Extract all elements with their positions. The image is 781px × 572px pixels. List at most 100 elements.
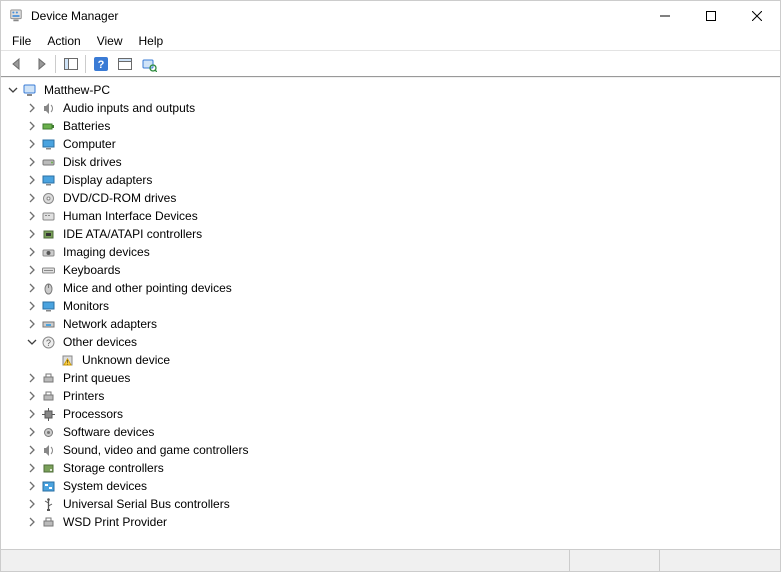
- mouse-icon: [40, 280, 57, 296]
- tree-row[interactable]: Software devices: [24, 423, 780, 441]
- tree-row[interactable]: System devices: [24, 477, 780, 495]
- menu-help[interactable]: Help: [131, 32, 172, 50]
- monitor-icon: [40, 136, 57, 152]
- chevron-right-icon[interactable]: [24, 208, 40, 224]
- tree-node-label: Printers: [61, 387, 106, 405]
- tree-node: Print queues: [24, 369, 780, 387]
- tree-row[interactable]: Display adapters: [24, 171, 780, 189]
- warning-icon: !: [59, 352, 76, 368]
- tree-node-label: Processors: [61, 405, 125, 423]
- svg-text:?: ?: [97, 59, 104, 71]
- toolbar-back-button[interactable]: [5, 53, 28, 75]
- hid-icon: [40, 208, 57, 224]
- tree-node-other-devices: ? Other devices ! Unknown device: [24, 333, 780, 369]
- tree-row[interactable]: Computer: [24, 135, 780, 153]
- chevron-right-icon[interactable]: [24, 280, 40, 296]
- chip-icon: [40, 226, 57, 242]
- toolbar-separator: [85, 55, 86, 73]
- tree-row[interactable]: Disk drives: [24, 153, 780, 171]
- tree-row[interactable]: Imaging devices: [24, 243, 780, 261]
- tree-row[interactable]: ? Other devices: [24, 333, 780, 351]
- chevron-right-icon[interactable]: [24, 298, 40, 314]
- tree-node: Batteries: [24, 117, 780, 135]
- tree-row[interactable]: Matthew-PC: [5, 81, 780, 99]
- chevron-right-icon[interactable]: [24, 154, 40, 170]
- tree-node-label: Computer: [61, 135, 118, 153]
- chevron-right-icon[interactable]: [24, 316, 40, 332]
- chevron-right-icon[interactable]: [24, 478, 40, 494]
- tree-node-label: Print queues: [61, 369, 132, 387]
- tree-row[interactable]: DVD/CD-ROM drives: [24, 189, 780, 207]
- chevron-right-icon[interactable]: [24, 496, 40, 512]
- tree-node-label: Network adapters: [61, 315, 159, 333]
- tree-row[interactable]: Monitors: [24, 297, 780, 315]
- minimize-button[interactable]: [642, 1, 688, 31]
- tree-row[interactable]: Storage controllers: [24, 459, 780, 477]
- chevron-right-icon[interactable]: [24, 172, 40, 188]
- status-bar: [1, 549, 780, 571]
- menu-view[interactable]: View: [89, 32, 131, 50]
- tree-row[interactable]: Universal Serial Bus controllers: [24, 495, 780, 513]
- tree-node: Sound, video and game controllers: [24, 441, 780, 459]
- disc-icon: [40, 190, 57, 206]
- chevron-right-icon[interactable]: [24, 226, 40, 242]
- maximize-button[interactable]: [688, 1, 734, 31]
- storage-icon: [40, 460, 57, 476]
- tree-node-label: Storage controllers: [61, 459, 166, 477]
- status-cell: [570, 550, 660, 571]
- tree-node: IDE ATA/ATAPI controllers: [24, 225, 780, 243]
- toolbar-scan-button[interactable]: [137, 53, 160, 75]
- chevron-right-icon[interactable]: [24, 388, 40, 404]
- tree-row[interactable]: Print queues: [24, 369, 780, 387]
- close-button[interactable]: [734, 1, 780, 31]
- tree-row[interactable]: IDE ATA/ATAPI controllers: [24, 225, 780, 243]
- chevron-down-icon[interactable]: [5, 82, 21, 98]
- chevron-right-icon[interactable]: [24, 442, 40, 458]
- chevron-right-icon[interactable]: [24, 406, 40, 422]
- tree-row[interactable]: Batteries: [24, 117, 780, 135]
- chevron-right-icon[interactable]: [24, 100, 40, 116]
- tree-row[interactable]: Mice and other pointing devices: [24, 279, 780, 297]
- tree-node-label: Audio inputs and outputs: [61, 99, 197, 117]
- tree-row[interactable]: Printers: [24, 387, 780, 405]
- tree-row[interactable]: Processors: [24, 405, 780, 423]
- tree-row[interactable]: Human Interface Devices: [24, 207, 780, 225]
- keyboard-icon: [40, 262, 57, 278]
- chevron-right-icon[interactable]: [24, 244, 40, 260]
- chevron-right-icon[interactable]: [24, 514, 40, 530]
- chevron-right-icon[interactable]: [24, 136, 40, 152]
- tree-node: Storage controllers: [24, 459, 780, 477]
- toolbar-help-button[interactable]: ?: [89, 53, 112, 75]
- chevron-right-icon[interactable]: [24, 424, 40, 440]
- tree-row[interactable]: Network adapters: [24, 315, 780, 333]
- printer-icon: [40, 370, 57, 386]
- printer-icon: [40, 514, 57, 530]
- chevron-right-icon[interactable]: [24, 370, 40, 386]
- chevron-right-icon[interactable]: [24, 118, 40, 134]
- toolbar-properties-button[interactable]: [113, 53, 136, 75]
- tree-row[interactable]: Audio inputs and outputs: [24, 99, 780, 117]
- device-tree: Matthew-PC Audio inputs and outputs: [3, 81, 780, 531]
- status-cell: [660, 550, 780, 571]
- tree-row[interactable]: Sound, video and game controllers: [24, 441, 780, 459]
- device-tree-pane[interactable]: Matthew-PC Audio inputs and outputs: [1, 77, 780, 549]
- toolbar-console-tree-button[interactable]: [59, 53, 82, 75]
- tree-row[interactable]: Keyboards: [24, 261, 780, 279]
- chevron-down-icon[interactable]: [24, 334, 40, 350]
- monitor-icon: [40, 172, 57, 188]
- chevron-right-icon[interactable]: [24, 190, 40, 206]
- tree-row[interactable]: WSD Print Provider: [24, 513, 780, 531]
- menu-action[interactable]: Action: [39, 32, 88, 50]
- tree-node: Human Interface Devices: [24, 207, 780, 225]
- toolbar-forward-button[interactable]: [29, 53, 52, 75]
- menu-file[interactable]: File: [4, 32, 39, 50]
- chevron-right-icon[interactable]: [24, 460, 40, 476]
- tree-node-label: Batteries: [61, 117, 112, 135]
- tree-node-label: DVD/CD-ROM drives: [61, 189, 178, 207]
- tree-node-label: Human Interface Devices: [61, 207, 200, 225]
- tree-row[interactable]: ! Unknown device: [43, 351, 780, 369]
- usb-icon: [40, 496, 57, 512]
- chevron-right-icon[interactable]: [24, 262, 40, 278]
- tree-node: Processors: [24, 405, 780, 423]
- network-icon: [40, 316, 57, 332]
